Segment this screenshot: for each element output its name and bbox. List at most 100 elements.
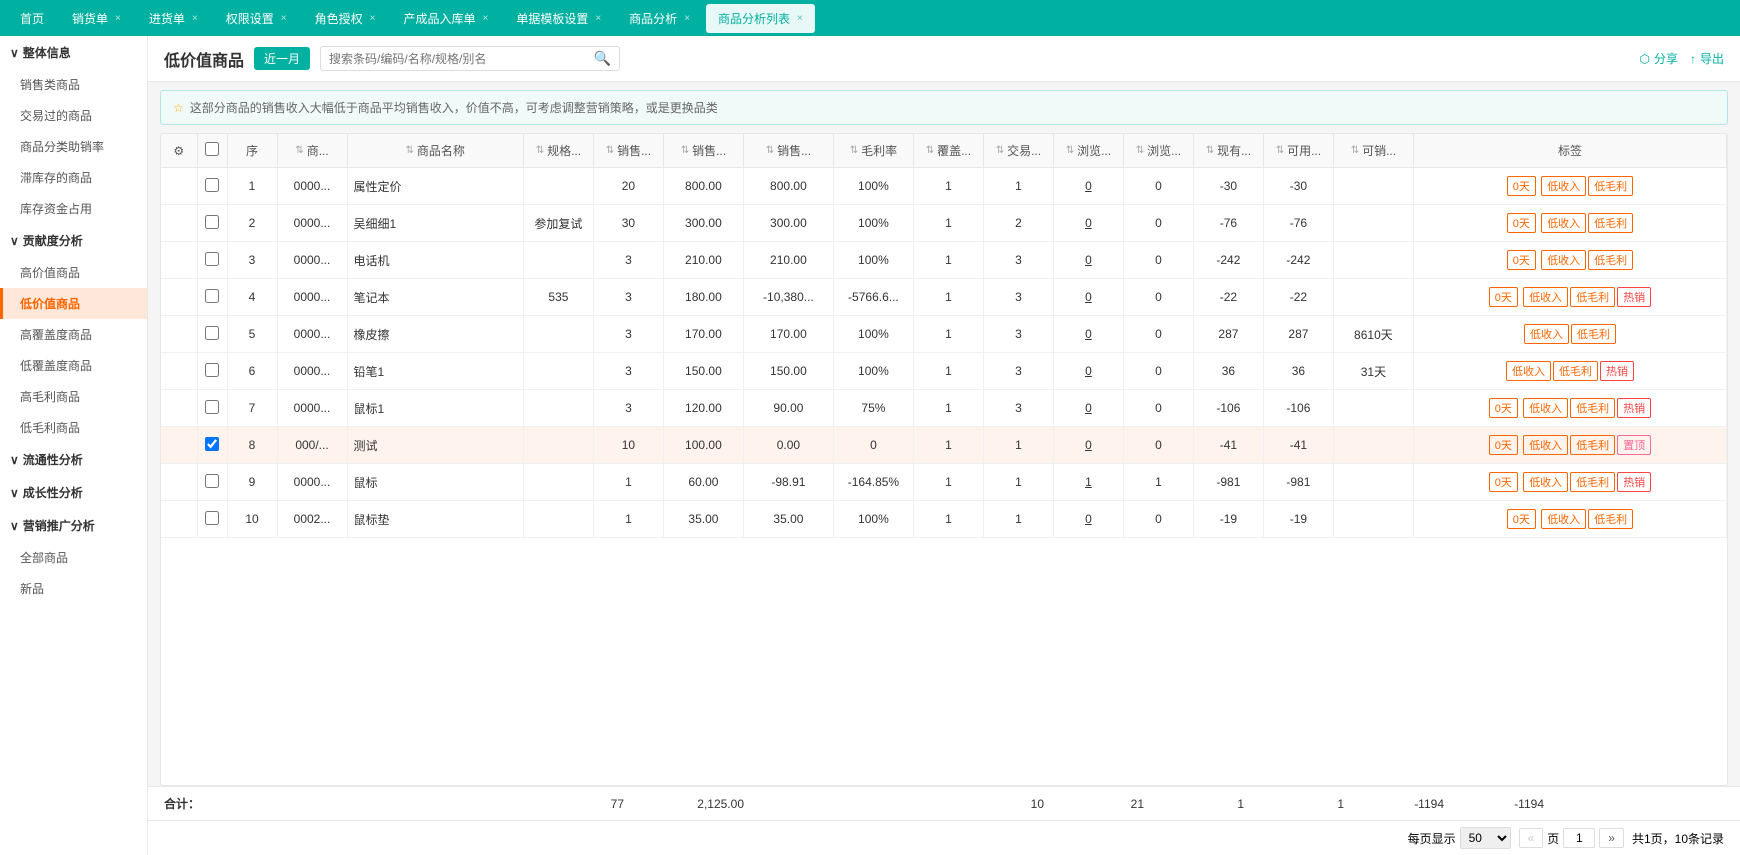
row-view1[interactable]: 0 <box>1053 390 1123 427</box>
close-permission-icon[interactable]: × <box>281 13 287 24</box>
next-page-button[interactable]: » <box>1599 828 1624 848</box>
sort-icon[interactable]: ⇅ <box>996 145 1004 156</box>
row-sales1: 3 <box>593 279 663 316</box>
sidebar-section-flow[interactable]: ∨ 流通性分析 <box>0 443 147 476</box>
row-view1[interactable]: 0 <box>1053 316 1123 353</box>
row-trade: 3 <box>983 279 1053 316</box>
sidebar-item-inventory-capital[interactable]: 库存资金占用 <box>0 193 147 224</box>
share-button[interactable]: ⬡ 分享 <box>1639 50 1678 67</box>
sort-icon[interactable]: ⇅ <box>681 145 689 156</box>
sidebar-item-new-products[interactable]: 新品 <box>0 573 147 604</box>
sidebar-item-sales-products[interactable]: 销售类商品 <box>0 69 147 100</box>
sort-icon[interactable]: ⇅ <box>926 145 934 156</box>
sort-icon[interactable]: ⇅ <box>606 145 614 156</box>
col-coverage: ⇅覆盖... <box>913 134 983 168</box>
nav-purchase-order[interactable]: 进货单 × <box>137 4 210 33</box>
nav-product-analysis-list[interactable]: 商品分析列表 × <box>706 4 815 33</box>
main-layout: ∨ 整体信息 销售类商品 交易过的商品 商品分类助销率 滞库存的商品 库存资金占… <box>0 36 1740 855</box>
sort-icon[interactable]: ⇅ <box>766 145 774 156</box>
tag-item: 低收入 <box>1506 361 1551 381</box>
row-view1[interactable]: 0 <box>1053 205 1123 242</box>
sidebar-item-category-sales-rate[interactable]: 商品分类助销率 <box>0 131 147 162</box>
first-page-button[interactable]: « <box>1519 828 1544 848</box>
col-sales3: ⇅销售... <box>743 134 833 168</box>
row-checkbox[interactable] <box>205 252 219 266</box>
sidebar-item-high-margin[interactable]: 高毛利商品 <box>0 381 147 412</box>
search-icon[interactable]: 🔍 <box>594 50 611 67</box>
row-view1[interactable]: 0 <box>1053 242 1123 279</box>
period-button[interactable]: 近一月 <box>254 47 310 70</box>
sidebar-section-contribution[interactable]: ∨ 贡献度分析 <box>0 224 147 257</box>
per-page-select[interactable]: 50 20 100 <box>1460 827 1511 849</box>
row-sales2: 300.00 <box>663 205 743 242</box>
row-name: 鼠标1 <box>347 390 523 427</box>
sidebar-item-low-margin[interactable]: 低毛利商品 <box>0 412 147 443</box>
nav-permission-settings[interactable]: 权限设置 × <box>214 4 299 33</box>
nav-product-analysis[interactable]: 商品分析 × <box>617 4 702 33</box>
row-view2: 0 <box>1123 390 1193 427</box>
nav-home[interactable]: 首页 <box>8 4 56 33</box>
nav-product-inbound[interactable]: 产成品入库单 × <box>391 4 500 33</box>
sort-icon[interactable]: ⇅ <box>1136 145 1144 156</box>
row-checkbox[interactable] <box>205 511 219 525</box>
sidebar-item-high-coverage[interactable]: 高覆盖度商品 <box>0 319 147 350</box>
close-template-icon[interactable]: × <box>595 13 601 24</box>
sort-icon[interactable]: ⇅ <box>536 145 544 156</box>
row-checkbox[interactable] <box>205 215 219 229</box>
row-code: 0000... <box>277 168 347 205</box>
close-role-auth-icon[interactable]: × <box>370 13 376 24</box>
sort-icon[interactable]: ⇅ <box>1351 145 1359 156</box>
select-all-checkbox[interactable] <box>205 142 219 156</box>
nav-role-auth[interactable]: 角色授权 × <box>303 4 388 33</box>
row-checkbox-cell <box>197 205 227 242</box>
row-view1[interactable]: 0 <box>1053 501 1123 538</box>
close-purchase-order-icon[interactable]: × <box>192 13 198 24</box>
row-view1[interactable]: 0 <box>1053 279 1123 316</box>
col-settings[interactable]: ⚙ <box>161 134 197 168</box>
sidebar-item-slow-inventory[interactable]: 滞库存的商品 <box>0 162 147 193</box>
sidebar-item-low-coverage[interactable]: 低覆盖度商品 <box>0 350 147 381</box>
sidebar-item-all-products[interactable]: 全部商品 <box>0 542 147 573</box>
row-checkbox[interactable] <box>205 289 219 303</box>
row-checkbox[interactable] <box>205 437 219 451</box>
close-product-inbound-icon[interactable]: × <box>482 13 488 24</box>
row-checkbox[interactable] <box>205 474 219 488</box>
row-name: 铅笔1 <box>347 353 523 390</box>
table-row: 9 0000... 鼠标 1 60.00 -98.91 -164.85% 1 1… <box>161 464 1727 501</box>
row-sales2: 120.00 <box>663 390 743 427</box>
sort-icon[interactable]: ⇅ <box>850 145 858 156</box>
row-spec <box>523 353 593 390</box>
sort-icon[interactable]: ⇅ <box>1206 145 1214 156</box>
search-input[interactable] <box>329 52 588 66</box>
sidebar-section-overall[interactable]: ∨ 整体信息 <box>0 36 147 69</box>
sort-icon[interactable]: ⇅ <box>406 145 414 156</box>
row-stock3 <box>1333 501 1413 538</box>
row-checkbox[interactable] <box>205 400 219 414</box>
row-checkbox[interactable] <box>205 363 219 377</box>
row-spec <box>523 242 593 279</box>
sort-icon[interactable]: ⇅ <box>295 145 303 156</box>
row-view1[interactable]: 0 <box>1053 427 1123 464</box>
row-view2: 0 <box>1123 168 1193 205</box>
row-view1[interactable]: 1 <box>1053 464 1123 501</box>
row-view1[interactable]: 0 <box>1053 168 1123 205</box>
close-analysis-list-icon[interactable]: × <box>797 13 803 24</box>
close-sales-order-icon[interactable]: × <box>115 13 121 24</box>
sort-icon[interactable]: ⇅ <box>1066 145 1074 156</box>
row-sales3: 170.00 <box>743 316 833 353</box>
row-view1[interactable]: 0 <box>1053 353 1123 390</box>
sidebar-item-high-value[interactable]: 高价值商品 <box>0 257 147 288</box>
export-button[interactable]: ↑ 导出 <box>1690 50 1724 67</box>
nav-sales-order[interactable]: 销货单 × <box>60 4 133 33</box>
sidebar-item-traded-products[interactable]: 交易过的商品 <box>0 100 147 131</box>
row-checkbox[interactable] <box>205 178 219 192</box>
settings-icon[interactable]: ⚙ <box>173 144 184 158</box>
sort-icon[interactable]: ⇅ <box>1276 145 1284 156</box>
sidebar-item-low-value[interactable]: 低价值商品 <box>0 288 147 319</box>
nav-template-settings[interactable]: 单据模板设置 × <box>504 4 613 33</box>
close-product-analysis-icon[interactable]: × <box>684 13 690 24</box>
row-checkbox[interactable] <box>205 326 219 340</box>
sidebar-section-growth[interactable]: ∨ 成长性分析 <box>0 476 147 509</box>
sidebar-section-marketing[interactable]: ∨ 营销推广分析 <box>0 509 147 542</box>
page-number-input[interactable] <box>1563 828 1595 848</box>
